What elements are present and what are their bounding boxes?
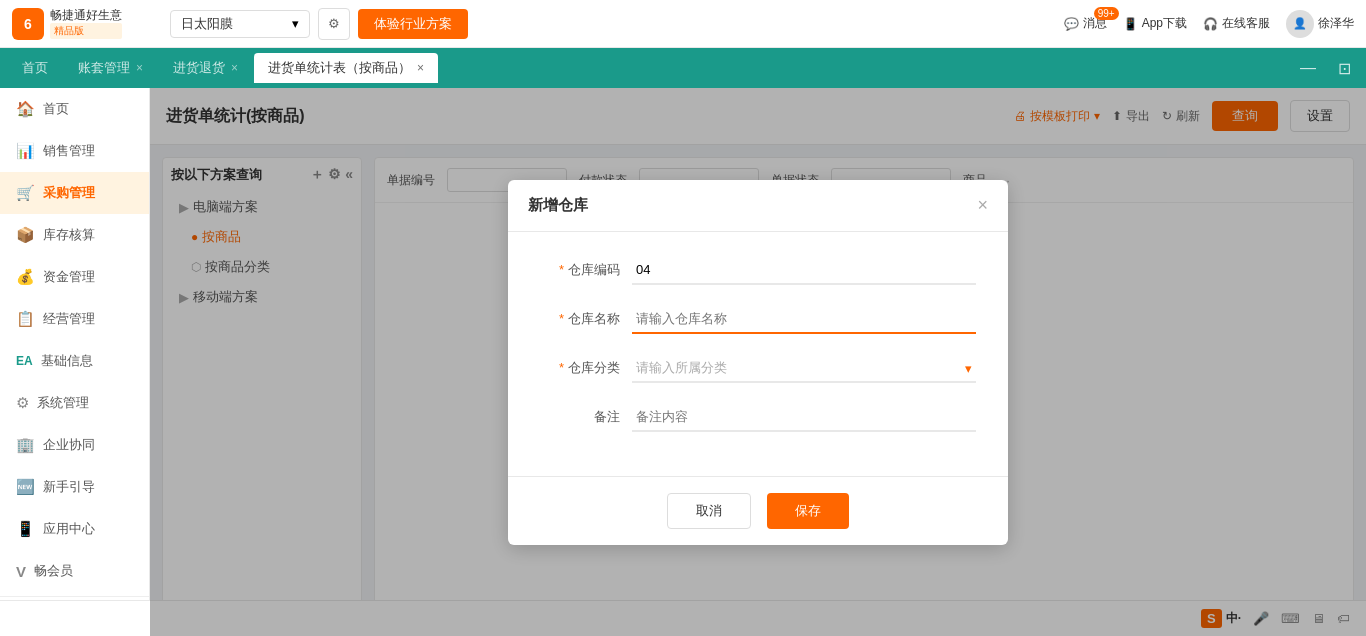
form-row-category: 仓库分类 请输入所属分类 ▾ [540, 354, 976, 383]
settings-icon[interactable]: ⚙ [318, 8, 350, 40]
headset-icon: 🎧 [1203, 17, 1218, 31]
save-button[interactable]: 保存 [767, 493, 849, 529]
logo-area: 6 畅捷通好生意 精品版 [12, 8, 162, 40]
store-selector[interactable]: 日太阳膜 ▾ [170, 10, 310, 38]
name-input[interactable] [632, 305, 976, 334]
remark-input[interactable] [632, 403, 976, 432]
form-row-remark: 备注 [540, 403, 976, 432]
guide-icon: 🆕 [16, 478, 35, 496]
sidebar-basic-label: 基础信息 [41, 352, 93, 370]
tab-minimize-btn[interactable]: — [1294, 54, 1322, 82]
top-right-area: 💬 消息 99+ 📱 App下载 🎧 在线客服 👤 徐泽华 [1064, 10, 1354, 38]
dialog-close-btn[interactable]: × [977, 196, 988, 214]
home-icon: 🏠 [16, 100, 35, 118]
logo-icon: 6 [12, 8, 44, 40]
sidebar: 🏠 首页 📊 销售管理 🛒 采购管理 📦 库存核算 💰 资金管理 📋 经营管理 … [0, 88, 150, 636]
modal-overlay: 新增仓库 × 仓库编码 仓库名称 仓库分类 [150, 88, 1366, 636]
sidebar-member-label: 畅会员 [34, 562, 73, 580]
tab-home-label: 首页 [22, 59, 48, 77]
member-icon: V [16, 563, 26, 580]
sales-icon: 📊 [16, 142, 35, 160]
operations-icon: 📋 [16, 310, 35, 328]
tab-bar: 首页 账套管理 × 进货退货 × 进货单统计表（按商品） × — ⊡ [0, 48, 1366, 88]
sidebar-item-home[interactable]: 🏠 首页 [0, 88, 149, 130]
sidebar-item-app[interactable]: 📱 应用中心 [0, 508, 149, 550]
sidebar-finance-label: 资金管理 [43, 268, 95, 286]
tab-purchase-stat-close[interactable]: × [417, 61, 424, 75]
main-layout: 🏠 首页 📊 销售管理 🛒 采购管理 📦 库存核算 💰 资金管理 📋 经营管理 … [0, 88, 1366, 636]
tab-account-label: 账套管理 [78, 59, 130, 77]
online-service-item[interactable]: 🎧 在线客服 [1203, 15, 1270, 32]
purchase-icon: 🛒 [16, 184, 35, 202]
enterprise-icon: 🏢 [16, 436, 35, 454]
logo-name: 畅捷通好生意 [50, 8, 122, 24]
notification-badge: 99+ [1094, 7, 1119, 20]
dialog-title: 新增仓库 [528, 196, 588, 215]
sidebar-item-guide[interactable]: 🆕 新手引导 [0, 466, 149, 508]
message-icon: 💬 [1064, 17, 1079, 31]
sidebar-item-member[interactable]: V 畅会员 [0, 550, 149, 592]
sidebar-inventory-label: 库存核算 [43, 226, 95, 244]
notification-item[interactable]: 💬 消息 99+ [1064, 15, 1107, 32]
tab-purchase-return-label: 进货退货 [173, 59, 225, 77]
code-input[interactable] [632, 256, 976, 285]
sidebar-item-sales[interactable]: 📊 销售管理 [0, 130, 149, 172]
finance-icon: 💰 [16, 268, 35, 286]
sidebar-item-basic[interactable]: EA 基础信息 [0, 340, 149, 382]
sidebar-home-label: 首页 [43, 100, 69, 118]
sidebar-item-purchase[interactable]: 🛒 采购管理 [0, 172, 149, 214]
add-warehouse-dialog: 新增仓库 × 仓库编码 仓库名称 仓库分类 [508, 180, 1008, 545]
chevron-down-icon: ▾ [292, 16, 299, 31]
store-name: 日太阳膜 [181, 15, 288, 33]
basic-icon: EA [16, 354, 33, 368]
system-icon: ⚙ [16, 394, 29, 412]
app-icon: 📱 [16, 520, 35, 538]
dialog-footer: 取消 保存 [508, 476, 1008, 545]
online-service-label: 在线客服 [1222, 15, 1270, 32]
trial-button[interactable]: 体验行业方案 [358, 9, 468, 39]
sidebar-item-enterprise[interactable]: 🏢 企业协同 [0, 424, 149, 466]
tab-account[interactable]: 账套管理 × [64, 53, 157, 83]
user-item[interactable]: 👤 徐泽华 [1286, 10, 1354, 38]
tab-purchase-return-close[interactable]: × [231, 61, 238, 75]
category-select-wrap: 请输入所属分类 ▾ [632, 354, 976, 383]
cancel-button[interactable]: 取消 [667, 493, 751, 529]
dialog-header: 新增仓库 × [508, 180, 1008, 232]
category-select[interactable]: 请输入所属分类 [632, 354, 976, 383]
username: 徐泽华 [1318, 15, 1354, 32]
form-row-name: 仓库名称 [540, 305, 976, 334]
top-bar: 6 畅捷通好生意 精品版 日太阳膜 ▾ ⚙ 体验行业方案 💬 消息 99+ 📱 … [0, 0, 1366, 48]
app-download-label: App下载 [1142, 15, 1187, 32]
tab-purchase-stat-label: 进货单统计表（按商品） [268, 59, 411, 77]
sidebar-item-finance[interactable]: 💰 资金管理 [0, 256, 149, 298]
logo-sub: 精品版 [50, 23, 122, 39]
content-area: 进货单统计(按商品) 🖨 按模板打印 ▾ ⬆ 导出 ↻ 刷新 查询 设置 [150, 88, 1366, 636]
avatar: 👤 [1286, 10, 1314, 38]
app-download-item[interactable]: 📱 App下载 [1123, 15, 1187, 32]
form-row-code: 仓库编码 [540, 256, 976, 285]
sidebar-item-system[interactable]: ⚙ 系统管理 [0, 382, 149, 424]
sidebar-item-inventory[interactable]: 📦 库存核算 [0, 214, 149, 256]
sidebar-operations-label: 经营管理 [43, 310, 95, 328]
name-label: 仓库名称 [540, 310, 620, 328]
tab-bar-right: — ⊡ [1294, 54, 1358, 82]
sidebar-item-operations[interactable]: 📋 经营管理 [0, 298, 149, 340]
tab-purchase-stat[interactable]: 进货单统计表（按商品） × [254, 53, 438, 83]
sidebar-app-label: 应用中心 [43, 520, 95, 538]
sidebar-purchase-label: 采购管理 [43, 184, 95, 202]
sidebar-enterprise-label: 企业协同 [43, 436, 95, 454]
remark-label: 备注 [540, 408, 620, 426]
download-icon: 📱 [1123, 17, 1138, 31]
sidebar-sales-label: 销售管理 [43, 142, 95, 160]
tab-expand-btn[interactable]: ⊡ [1330, 54, 1358, 82]
dialog-body: 仓库编码 仓库名称 仓库分类 请输入所属分类 [508, 232, 1008, 476]
tab-purchase-return[interactable]: 进货退货 × [159, 53, 252, 83]
category-label: 仓库分类 [540, 359, 620, 377]
sidebar-guide-label: 新手引导 [43, 478, 95, 496]
sidebar-system-label: 系统管理 [37, 394, 89, 412]
tab-account-close[interactable]: × [136, 61, 143, 75]
tab-home[interactable]: 首页 [8, 53, 62, 83]
inventory-icon: 📦 [16, 226, 35, 244]
code-label: 仓库编码 [540, 261, 620, 279]
